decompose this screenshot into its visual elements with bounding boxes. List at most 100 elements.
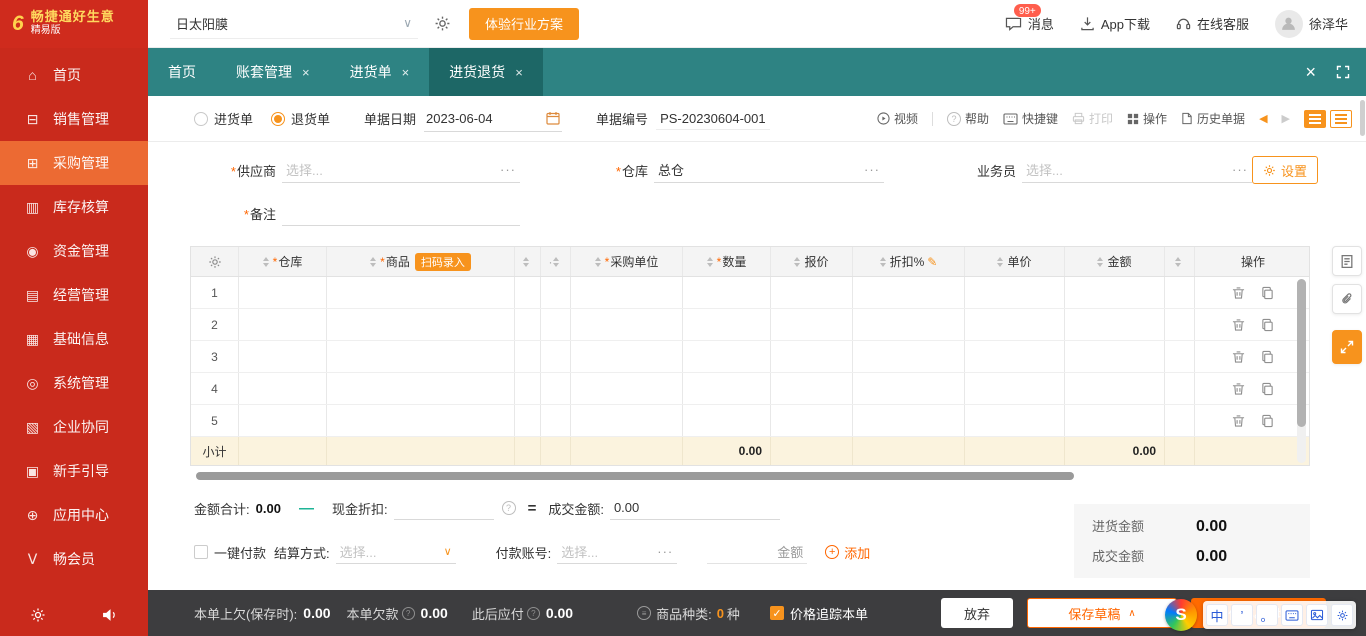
trial-plan-button[interactable]: 体验行业方案 (469, 7, 580, 40)
cell[interactable] (515, 341, 541, 372)
copy-row-icon[interactable] (1261, 318, 1274, 332)
cell[interactable] (571, 405, 683, 436)
scrollbar-thumb[interactable] (1297, 279, 1306, 427)
history-button[interactable]: 历史单据 (1181, 110, 1245, 127)
cell[interactable] (1065, 277, 1165, 308)
header-extra-3[interactable] (1165, 247, 1195, 276)
tab-account-books[interactable]: 账套管理 × (216, 48, 330, 96)
sort-icon[interactable] (522, 256, 529, 267)
sort-icon[interactable] (594, 256, 601, 267)
sort-icon[interactable] (997, 256, 1004, 267)
account-settings-gear-icon[interactable] (434, 15, 451, 32)
tab-home[interactable]: 首页 (148, 48, 216, 96)
cell[interactable] (771, 405, 853, 436)
cell[interactable] (965, 373, 1065, 404)
salesman-more-icon[interactable]: ··· (1232, 162, 1248, 177)
cell[interactable] (771, 277, 853, 308)
cell[interactable] (1165, 277, 1195, 308)
cell[interactable] (541, 373, 571, 404)
header-product[interactable]: * 商品 扫码录入 (327, 247, 515, 276)
sort-icon[interactable] (706, 256, 713, 267)
help-question-icon[interactable]: ? (526, 606, 540, 620)
cell[interactable] (239, 373, 327, 404)
sidebar-item-guide[interactable]: ▣ 新手引导 (0, 449, 148, 493)
cell[interactable] (571, 373, 683, 404)
cell[interactable] (327, 405, 515, 436)
pay-account-more-icon[interactable]: ··· (657, 544, 673, 559)
cell[interactable] (515, 309, 541, 340)
sidebar-item-sales[interactable]: ⊟ 销售管理 (0, 97, 148, 141)
cell[interactable] (541, 309, 571, 340)
sidebar-item-system[interactable]: ◎ 系统管理 (0, 361, 148, 405)
help-button[interactable]: ? 帮助 (946, 110, 989, 127)
one-click-pay-checkbox[interactable] (194, 545, 208, 559)
ime-language-key[interactable]: 中 (1206, 604, 1228, 626)
copy-row-icon[interactable] (1261, 382, 1274, 396)
salesman-input[interactable]: 选择... ··· (1022, 157, 1252, 183)
warehouse-more-icon[interactable]: ··· (864, 162, 880, 177)
column-settings-gear-icon[interactable] (191, 247, 239, 276)
delete-row-icon[interactable] (1232, 414, 1245, 428)
close-tab-icon[interactable]: × (402, 65, 410, 80)
copy-row-icon[interactable] (1261, 350, 1274, 364)
page-scrollbar-thumb[interactable] (1360, 100, 1365, 136)
prev-doc-arrow-icon[interactable]: ◀ (1259, 112, 1267, 125)
cell[interactable] (771, 341, 853, 372)
cell[interactable] (327, 309, 515, 340)
pay-amount-input[interactable]: 金额 (707, 540, 808, 564)
cell[interactable] (853, 309, 965, 340)
cell[interactable] (771, 373, 853, 404)
cell[interactable] (571, 341, 683, 372)
cell[interactable] (1065, 309, 1165, 340)
list-view-toggle[interactable] (1304, 109, 1326, 128)
sidebar-item-home[interactable]: ⌂ 首页 (0, 53, 148, 97)
cell[interactable] (327, 373, 515, 404)
cell[interactable] (683, 277, 771, 308)
ime-keyboard-icon[interactable] (1281, 604, 1303, 626)
sort-icon[interactable] (370, 256, 377, 267)
hotkey-button[interactable]: 快捷键 (1003, 110, 1058, 127)
doc-number-value[interactable]: PS-20230604-001 (656, 108, 770, 130)
scrollbar-thumb[interactable] (196, 472, 1074, 480)
grid-horizontal-scrollbar[interactable] (196, 472, 1310, 480)
fullscreen-icon[interactable] (1336, 65, 1350, 79)
cell[interactable] (853, 373, 965, 404)
grid-vertical-scrollbar[interactable] (1297, 279, 1306, 463)
header-qty[interactable]: * 数量 (683, 247, 771, 276)
cell[interactable] (327, 277, 515, 308)
sidebar-item-app-center[interactable]: ⊕ 应用中心 (0, 493, 148, 537)
cell[interactable] (1065, 373, 1165, 404)
ime-wrench-icon[interactable] (1331, 604, 1353, 626)
cell[interactable] (853, 277, 965, 308)
header-quote[interactable]: 报价 (771, 247, 853, 276)
deal-amount-input[interactable]: 0.00 (609, 496, 780, 520)
cell[interactable] (683, 373, 771, 404)
supplier-more-icon[interactable]: ··· (500, 162, 516, 177)
cell[interactable] (541, 405, 571, 436)
sidebar-item-funds[interactable]: ◉ 资金管理 (0, 229, 148, 273)
supplier-input[interactable]: 选择... ··· (282, 157, 520, 183)
delete-row-icon[interactable] (1232, 318, 1245, 332)
ime-period-key[interactable]: 。 (1256, 604, 1278, 626)
cell[interactable] (571, 277, 683, 308)
cell[interactable] (541, 277, 571, 308)
sort-icon[interactable] (552, 256, 559, 267)
edit-pencil-icon[interactable]: ✎ (927, 255, 937, 269)
sidebar-item-business[interactable]: ▤ 经营管理 (0, 273, 148, 317)
header-amount[interactable]: 金额 (1065, 247, 1165, 276)
cell[interactable] (771, 309, 853, 340)
video-button[interactable]: 视频 (877, 110, 918, 127)
add-payment-button[interactable]: + 添加 (825, 543, 870, 562)
related-docs-icon[interactable] (1332, 246, 1362, 276)
cell[interactable] (683, 309, 771, 340)
cell[interactable] (515, 373, 541, 404)
close-tab-icon[interactable]: × (515, 65, 523, 80)
cell[interactable] (965, 277, 1065, 308)
sort-icon[interactable] (1097, 256, 1104, 267)
help-question-icon[interactable]: ? (401, 606, 415, 620)
operations-button[interactable]: 操作 (1127, 110, 1167, 127)
cell[interactable] (541, 341, 571, 372)
warehouse-input[interactable]: 总仓 ··· (654, 157, 884, 183)
close-tab-icon[interactable]: × (302, 65, 310, 80)
pay-account-input[interactable]: 选择... ··· (557, 540, 678, 564)
